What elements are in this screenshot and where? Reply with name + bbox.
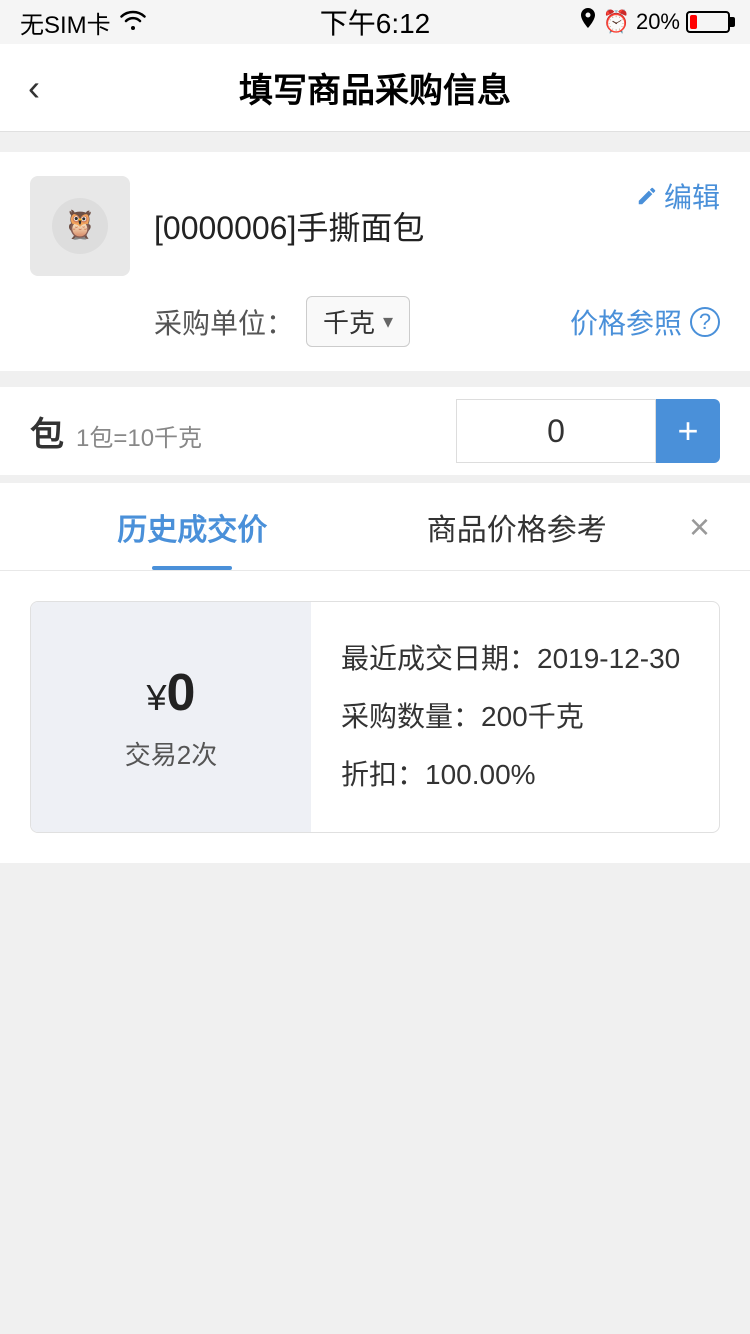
status-time: 下午6:12 <box>320 2 431 42</box>
back-button[interactable]: ‹ <box>28 67 40 109</box>
price-card-right: 最近成交日期：2019-12-30 采购数量：200千克 折扣：100.00% <box>311 602 719 832</box>
qty-input-group: + <box>456 399 720 463</box>
help-circle-icon: ? <box>690 307 720 337</box>
page-title: 填写商品采购信息 <box>239 63 511 112</box>
tab-close-button[interactable]: × <box>679 496 720 558</box>
purchase-qty-label: 采购数量： <box>341 701 481 732</box>
nav-bar: ‹ 填写商品采购信息 <box>0 44 750 132</box>
unit-value: 千克 <box>323 303 375 340</box>
tabs-container: 历史成交价 商品价格参考 × ¥0 交易2次 最近成交日期：2019-12-30… <box>0 475 750 863</box>
tab-active-underline <box>152 566 232 570</box>
price-card-left: ¥0 交易2次 <box>31 602 311 832</box>
edit-label: 编辑 <box>664 176 720 216</box>
svg-text:🦉: 🦉 <box>63 209 98 241</box>
unit-label: 采购单位： <box>154 302 294 342</box>
recent-date-label: 最近成交日期： <box>341 643 537 674</box>
product-thumbnail: 🦉 <box>30 176 130 276</box>
price-ref-label: 价格参照 <box>570 302 682 342</box>
battery-icon <box>686 11 730 33</box>
qty-plus-button[interactable]: + <box>656 399 720 463</box>
price-card: ¥0 交易2次 最近成交日期：2019-12-30 采购数量：200千克 折扣：… <box>30 601 720 833</box>
edit-icon <box>636 185 658 207</box>
edit-button[interactable]: 编辑 <box>636 176 720 216</box>
purchase-unit-row: 采购单位： 千克 ▾ 价格参照 ? <box>30 296 720 347</box>
chevron-down-icon: ▾ <box>383 309 393 334</box>
status-right: ⏰ 20% <box>579 8 730 36</box>
discount-value: 100.00% <box>425 759 536 790</box>
price-value: 0 <box>167 664 196 722</box>
carrier-text: 无SIM卡 <box>20 5 111 40</box>
battery-fill <box>690 15 697 29</box>
qty-conversion-label: 1包=10千克 <box>76 418 202 453</box>
unit-select[interactable]: 千克 ▾ <box>306 296 410 347</box>
recent-date-value: 2019-12-30 <box>537 643 680 674</box>
purchase-qty-row: 采购数量：200千克 <box>341 696 689 738</box>
price-reference-button[interactable]: 价格参照 ? <box>570 302 720 342</box>
trade-count: 交易2次 <box>125 735 217 772</box>
tab-reference-label: 商品价格参考 <box>427 505 607 549</box>
product-name: [0000006]手撕面包 <box>154 203 424 249</box>
location-icon <box>579 8 597 36</box>
tab-history-price[interactable]: 历史成交价 <box>30 483 354 570</box>
tab-history-label: 历史成交价 <box>117 505 267 549</box>
status-bar: 无SIM卡 下午6:12 ⏰ 20% <box>0 0 750 44</box>
discount-label: 折扣： <box>341 759 425 790</box>
qty-label-group: 包 1包=10千克 <box>30 407 202 456</box>
purchase-qty-value: 200千克 <box>481 701 584 732</box>
alarm-icon: ⏰ <box>603 9 630 35</box>
battery-percent: 20% <box>636 9 680 35</box>
status-left: 无SIM卡 <box>20 5 147 40</box>
product-card: 🦉 [0000006]手撕面包 编辑 采购单位： 千克 ▾ 价格参照 ? <box>0 152 750 371</box>
discount-row: 折扣：100.00% <box>341 754 689 796</box>
quantity-section: 包 1包=10千克 + <box>0 387 750 475</box>
wifi-icon <box>119 8 147 37</box>
product-top-row: 🦉 [0000006]手撕面包 编辑 <box>30 176 720 276</box>
currency-symbol: ¥ <box>147 677 167 718</box>
qty-unit-label: 包 <box>30 407 64 456</box>
price-amount: ¥0 <box>147 663 196 723</box>
product-info-row: 🦉 [0000006]手撕面包 <box>30 176 424 276</box>
qty-input[interactable] <box>456 399 656 463</box>
owl-logo-icon: 🦉 <box>50 196 110 256</box>
tab-price-reference[interactable]: 商品价格参考 <box>354 483 678 570</box>
tabs-header: 历史成交价 商品价格参考 × <box>0 483 750 571</box>
recent-date-row: 最近成交日期：2019-12-30 <box>341 638 689 680</box>
price-card-wrapper: ¥0 交易2次 最近成交日期：2019-12-30 采购数量：200千克 折扣：… <box>0 571 750 863</box>
